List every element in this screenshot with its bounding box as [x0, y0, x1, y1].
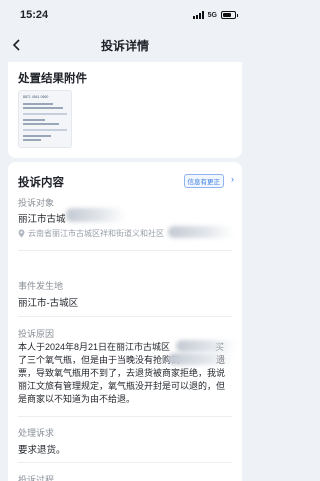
target-value: 丽江市古城: [18, 214, 66, 225]
back-button[interactable]: [8, 36, 26, 54]
attachments-card: 处置结果附件 8871 4541 0690: [8, 62, 242, 158]
demand-label: 处理诉求: [18, 428, 55, 438]
network-label: 5G: [207, 11, 217, 19]
divider: [18, 416, 232, 417]
attachment-thumbnail[interactable]: 8871 4541 0690: [18, 90, 72, 148]
location-pin-icon: [18, 229, 25, 238]
status-bar: 15:24 5G: [0, 0, 250, 30]
redaction-blur: [168, 353, 234, 365]
battery-icon: [221, 11, 238, 19]
target-address: 云南省丽江市古城区祥和街道义和社区: [18, 228, 164, 239]
signal-icon: [192, 11, 204, 19]
complaint-card: 投诉内容 信息有更正 › 投诉对象 丽江市古城 云南省丽江市古城区祥和街道义和社…: [8, 162, 242, 481]
location-label: 事件发生地: [18, 281, 64, 291]
process-label: 投诉过程: [18, 475, 55, 481]
divider: [18, 250, 232, 251]
correction-badge[interactable]: 信息有更正: [183, 174, 224, 188]
status-icons: 5G: [192, 11, 238, 19]
nav-bar: 投诉详情: [0, 30, 250, 60]
page-title: 投诉详情: [100, 38, 149, 53]
redaction-blur: [168, 226, 234, 238]
complaint-title: 投诉内容: [18, 177, 64, 189]
attachments-title: 处置结果附件: [18, 73, 87, 85]
address-text: 云南省丽江市古城区祥和街道义和社区: [28, 229, 164, 238]
divider: [18, 316, 232, 317]
status-time: 15:24: [20, 9, 49, 21]
thumb-heading: 8871 4541 0690: [23, 95, 49, 99]
target-label: 投诉对象: [18, 198, 55, 208]
demand-value: 要求退货。: [18, 445, 66, 456]
chevron-right-icon[interactable]: ›: [231, 174, 234, 184]
redaction-blur: [176, 340, 236, 352]
chevron-left-icon: [12, 39, 20, 51]
location-value: 丽江市-古城区: [18, 298, 79, 309]
redaction-blur: [66, 208, 126, 222]
reason-label: 投诉原因: [18, 329, 55, 339]
divider: [18, 462, 232, 463]
